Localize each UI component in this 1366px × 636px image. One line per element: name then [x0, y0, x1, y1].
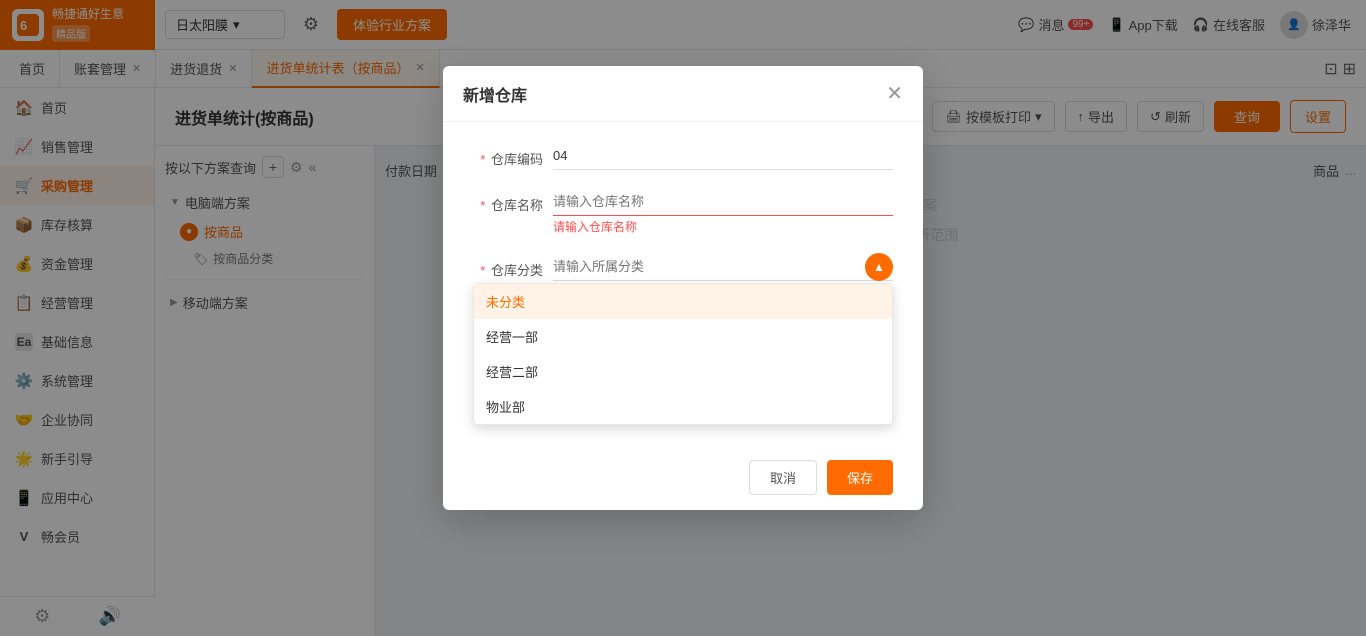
dropdown-item-dept1[interactable]: 经营一部 [474, 319, 892, 354]
category-dropdown: 未分类 经营一部 经营二部 物业部 [473, 283, 893, 425]
cancel-button[interactable]: 取消 [749, 460, 817, 495]
category-required-star: * [480, 263, 485, 278]
modal-body: * 仓库编码 * 仓库名称 请输入仓库名称 [443, 122, 923, 445]
modal: 新增仓库 ✕ * 仓库编码 * 仓库名称 [443, 66, 923, 510]
save-button[interactable]: 保存 [827, 460, 893, 495]
name-input[interactable] [553, 188, 893, 216]
modal-header: 新增仓库 ✕ [443, 66, 923, 122]
name-control: 请输入仓库名称 [553, 188, 893, 235]
category-label-text: 仓库分类 [491, 263, 543, 278]
form-row-code: * 仓库编码 [473, 142, 893, 170]
code-input[interactable] [553, 142, 893, 170]
dropdown-item-property[interactable]: 物业部 [474, 389, 892, 424]
modal-close-button[interactable]: ✕ [886, 81, 903, 106]
code-label: * 仓库编码 [473, 142, 553, 168]
dropdown-item-uncategorized[interactable]: 未分类 [474, 284, 892, 319]
category-control: ▲ 未分类 经营一部 经营二部 物业部 [553, 253, 893, 281]
category-input[interactable] [553, 253, 893, 281]
form-row-category: * 仓库分类 ▲ 未分类 经营一部 经营二部 物业部 [473, 253, 893, 281]
category-label: * 仓库分类 [473, 253, 553, 279]
name-required-star: * [480, 198, 485, 213]
form-row-name: * 仓库名称 请输入仓库名称 [473, 188, 893, 235]
dropdown-item-dept2[interactable]: 经营二部 [474, 354, 892, 389]
code-label-text: 仓库编码 [491, 152, 543, 167]
modal-title: 新增仓库 [463, 82, 527, 106]
name-error-message: 请输入仓库名称 [553, 218, 893, 235]
category-arrow-button[interactable]: ▲ [865, 253, 893, 281]
name-label: * 仓库名称 [473, 188, 553, 214]
required-star: * [480, 152, 485, 167]
modal-footer: 取消 保存 [443, 445, 923, 510]
code-control [553, 142, 893, 170]
category-select-wrap: ▲ [553, 253, 893, 281]
modal-overlay[interactable]: 新增仓库 ✕ * 仓库编码 * 仓库名称 [0, 0, 1366, 636]
name-label-text: 仓库名称 [491, 198, 543, 213]
